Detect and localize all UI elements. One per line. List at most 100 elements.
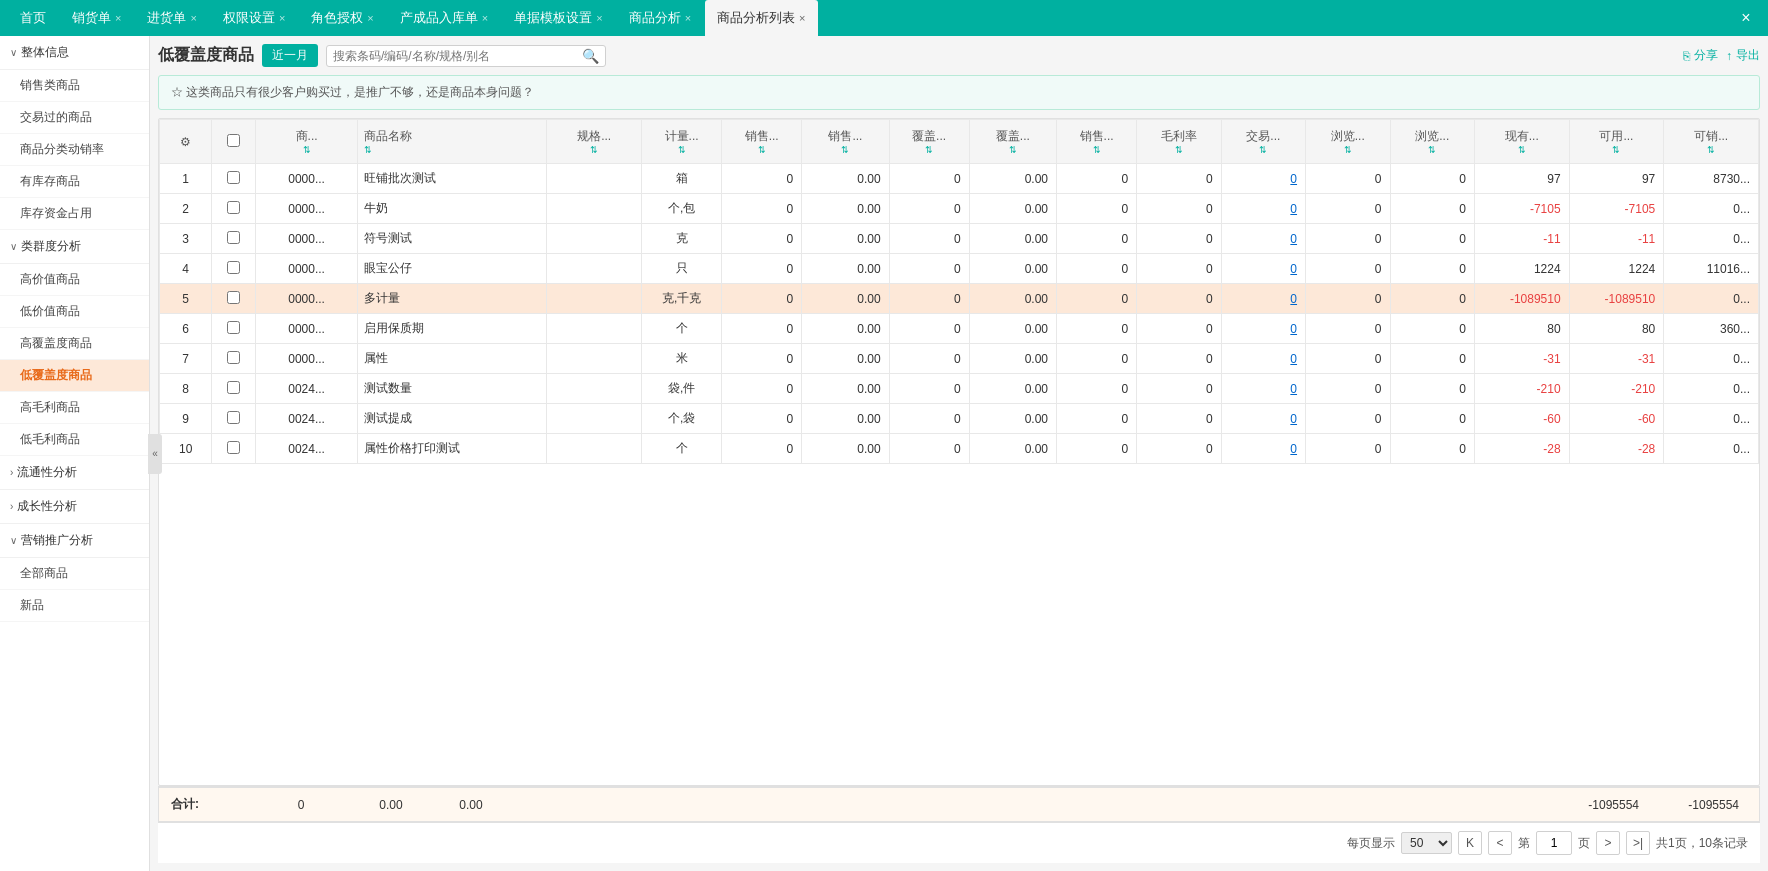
trade-link[interactable]: 0: [1290, 352, 1297, 366]
th-unit[interactable]: 计量... ⇅: [642, 120, 722, 164]
page-number-input[interactable]: [1536, 831, 1572, 855]
sidebar-section-header-flow[interactable]: › 流通性分析: [0, 456, 149, 490]
share-button[interactable]: ⎘ 分享: [1683, 47, 1718, 64]
export-button[interactable]: ↑ 导出: [1726, 47, 1760, 64]
sidebar-item-high-profit[interactable]: 高毛利商品: [0, 392, 149, 424]
nav-close-analysis[interactable]: ×: [685, 12, 691, 24]
page-size-select[interactable]: 501020100: [1401, 832, 1452, 854]
th-cover2[interactable]: 覆盖... ⇅: [969, 120, 1056, 164]
row-checkbox[interactable]: [227, 171, 240, 184]
cell-spec: [547, 314, 642, 344]
row-checkbox[interactable]: [227, 201, 240, 214]
nav-close-analysis-list[interactable]: ×: [799, 12, 805, 24]
th-settings[interactable]: ⚙: [160, 120, 212, 164]
nav-close-role[interactable]: ×: [367, 12, 373, 24]
cell-check[interactable]: [212, 224, 256, 254]
nav-close-permission[interactable]: ×: [279, 12, 285, 24]
table-row: 7 0000... 属性 米 0 0.00 0 0.00 0 0 0 0 0 -…: [160, 344, 1759, 374]
sort-arrows-sale3: ⇅: [1063, 145, 1130, 155]
th-sale-qty[interactable]: 销售... ⇅: [722, 120, 802, 164]
cell-check[interactable]: [212, 434, 256, 464]
nav-product-entry[interactable]: 产成品入库单 ×: [388, 0, 500, 36]
row-checkbox[interactable]: [227, 231, 240, 244]
date-filter-button[interactable]: 近一月: [262, 44, 318, 67]
select-all-checkbox[interactable]: [227, 134, 240, 147]
trade-link[interactable]: 0: [1290, 202, 1297, 216]
cell-check[interactable]: [212, 374, 256, 404]
nav-template[interactable]: 单据模板设置 ×: [502, 0, 614, 36]
th-gross[interactable]: 毛利率 ⇅: [1137, 120, 1221, 164]
row-checkbox[interactable]: [227, 411, 240, 424]
cell-check[interactable]: [212, 284, 256, 314]
next-page-button[interactable]: >: [1596, 831, 1620, 855]
trade-link[interactable]: 0: [1290, 442, 1297, 456]
search-icon[interactable]: 🔍: [582, 48, 599, 64]
th-sell[interactable]: 可销... ⇅: [1664, 120, 1759, 164]
row-checkbox[interactable]: [227, 441, 240, 454]
th-cur-stock[interactable]: 现有... ⇅: [1474, 120, 1569, 164]
row-checkbox[interactable]: [227, 351, 240, 364]
cell-browse2: 0: [1390, 254, 1474, 284]
sidebar-item-new-goods[interactable]: 新品: [0, 590, 149, 622]
sidebar-item-has-stock[interactable]: 有库存商品: [0, 166, 149, 198]
trade-link[interactable]: 0: [1290, 172, 1297, 186]
nav-role-auth[interactable]: 角色授权 ×: [299, 0, 385, 36]
prev-page-button[interactable]: <: [1488, 831, 1512, 855]
sidebar-item-low-coverage[interactable]: 低覆盖度商品: [0, 360, 149, 392]
trade-link[interactable]: 0: [1290, 322, 1297, 336]
cell-check[interactable]: [212, 404, 256, 434]
nav-analysis-list[interactable]: 商品分析列表 ×: [705, 0, 817, 36]
th-name[interactable]: 商品名称 ⇅: [358, 120, 547, 164]
th-avail[interactable]: 可用... ⇅: [1569, 120, 1664, 164]
sidebar-item-sales-goods[interactable]: 销售类商品: [0, 70, 149, 102]
th-sale3[interactable]: 销售... ⇅: [1057, 120, 1137, 164]
cell-check[interactable]: [212, 164, 256, 194]
row-checkbox[interactable]: [227, 321, 240, 334]
last-page-button[interactable]: >|: [1626, 831, 1650, 855]
nav-sales-order[interactable]: 销货单 ×: [60, 0, 133, 36]
cell-check[interactable]: [212, 254, 256, 284]
sidebar-item-low-value[interactable]: 低价值商品: [0, 296, 149, 328]
th-browse2[interactable]: 浏览... ⇅: [1390, 120, 1474, 164]
sidebar-item-category-rate[interactable]: 商品分类动销率: [0, 134, 149, 166]
nav-home[interactable]: 首页: [8, 0, 58, 36]
sidebar-item-traded-goods[interactable]: 交易过的商品: [0, 102, 149, 134]
th-trade[interactable]: 交易... ⇅: [1221, 120, 1305, 164]
sidebar-item-all-goods[interactable]: 全部商品: [0, 558, 149, 590]
row-checkbox[interactable]: [227, 291, 240, 304]
nav-close-template[interactable]: ×: [596, 12, 602, 24]
nav-close-sales[interactable]: ×: [115, 12, 121, 24]
cell-check[interactable]: [212, 314, 256, 344]
trade-link[interactable]: 0: [1290, 292, 1297, 306]
sidebar-item-high-coverage[interactable]: 高覆盖度商品: [0, 328, 149, 360]
first-page-button[interactable]: K: [1458, 831, 1482, 855]
nav-purchase[interactable]: 进货单 ×: [135, 0, 208, 36]
nav-close-product[interactable]: ×: [482, 12, 488, 24]
th-code[interactable]: 商... ⇅: [256, 120, 358, 164]
row-checkbox[interactable]: [227, 381, 240, 394]
nav-close-purchase[interactable]: ×: [190, 12, 196, 24]
trade-link[interactable]: 0: [1290, 232, 1297, 246]
th-sale-amt[interactable]: 销售... ⇅: [802, 120, 889, 164]
row-checkbox[interactable]: [227, 261, 240, 274]
trade-link[interactable]: 0: [1290, 412, 1297, 426]
sidebar-item-stock-funds[interactable]: 库存资金占用: [0, 198, 149, 230]
trade-link[interactable]: 0: [1290, 262, 1297, 276]
th-browse1[interactable]: 浏览... ⇅: [1306, 120, 1390, 164]
sidebar-section-header-overview[interactable]: ∨ 整体信息: [0, 36, 149, 70]
th-cover1[interactable]: 覆盖... ⇅: [889, 120, 969, 164]
sidebar-item-high-value[interactable]: 高价值商品: [0, 264, 149, 296]
nav-permission[interactable]: 权限设置 ×: [211, 0, 297, 36]
cell-check[interactable]: [212, 194, 256, 224]
window-close-button[interactable]: ×: [1732, 4, 1760, 32]
sidebar-collapse-button[interactable]: «: [148, 434, 162, 474]
sidebar-section-header-growth[interactable]: › 成长性分析: [0, 490, 149, 524]
sidebar-section-header-marketing[interactable]: ∨ 营销推广分析: [0, 524, 149, 558]
sidebar-section-header-group[interactable]: ∨ 类群度分析: [0, 230, 149, 264]
cell-check[interactable]: [212, 344, 256, 374]
nav-analysis[interactable]: 商品分析 ×: [617, 0, 703, 36]
th-spec[interactable]: 规格... ⇅: [547, 120, 642, 164]
trade-link[interactable]: 0: [1290, 382, 1297, 396]
sidebar-item-low-profit[interactable]: 低毛利商品: [0, 424, 149, 456]
search-input[interactable]: [333, 49, 578, 63]
